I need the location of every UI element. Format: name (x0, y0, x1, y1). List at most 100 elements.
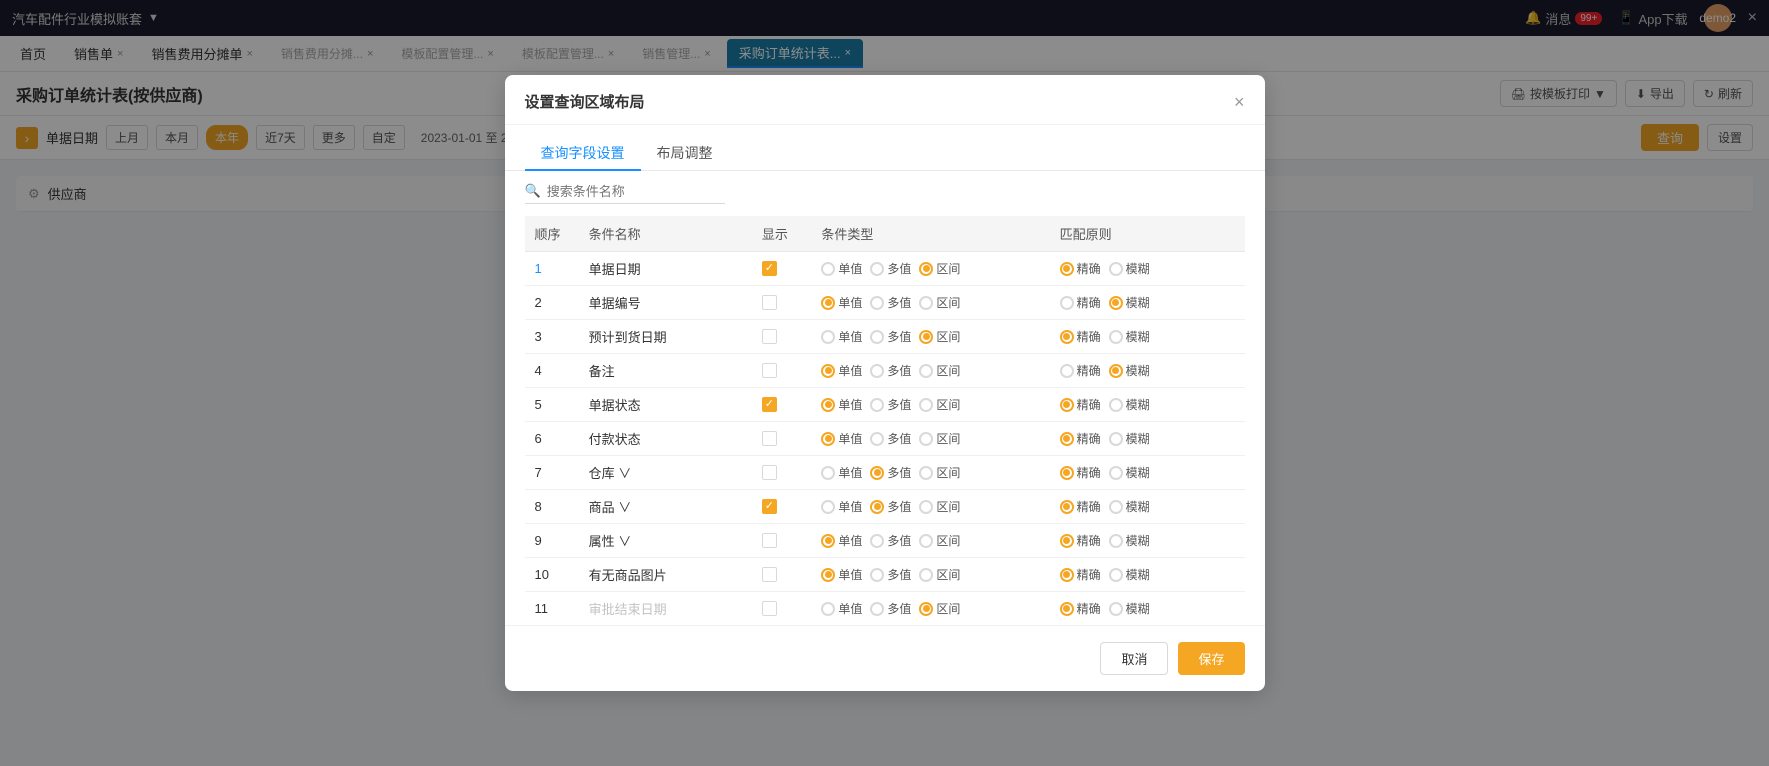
type-radio-多值[interactable]: 多值 (870, 260, 911, 277)
modal-footer: 取消 保存 (505, 625, 1265, 691)
type-radio-区间[interactable]: 区间 (919, 396, 960, 413)
rule-radio-精确[interactable]: 精确 (1060, 294, 1101, 311)
rule-radio-模糊[interactable]: 模糊 (1109, 362, 1150, 379)
type-radio-多值[interactable]: 多值 (870, 328, 911, 345)
type-radio-多值[interactable]: 多值 (870, 294, 911, 311)
type-radio-多值[interactable]: 多值 (870, 464, 911, 481)
type-radio-单值[interactable]: 单值 (821, 464, 862, 481)
type-radio-多值[interactable]: 多值 (870, 362, 911, 379)
row-display[interactable] (752, 592, 812, 626)
rule-radio-精确[interactable]: 精确 (1060, 464, 1101, 481)
type-radio-区间[interactable]: 区间 (919, 498, 960, 515)
type-radio-多值[interactable]: 多值 (870, 498, 911, 515)
display-checkbox[interactable] (762, 533, 777, 548)
type-radio-单值[interactable]: 单值 (821, 532, 862, 549)
type-radio-多值[interactable]: 多值 (870, 430, 911, 447)
rule-radio-精确[interactable]: 精确 (1060, 260, 1101, 277)
rule-radio-精确[interactable]: 精确 (1060, 498, 1101, 515)
rule-radio-模糊[interactable]: 模糊 (1109, 532, 1150, 549)
radio-circle (870, 602, 884, 616)
radio-circle (870, 330, 884, 344)
type-radio-区间[interactable]: 区间 (919, 362, 960, 379)
rule-radio-精确[interactable]: 精确 (1060, 396, 1101, 413)
type-radio-单值[interactable]: 单值 (821, 498, 862, 515)
radio-circle (821, 432, 835, 446)
row-order: 11 (525, 592, 579, 626)
rule-radio-模糊[interactable]: 模糊 (1109, 430, 1150, 447)
row-display[interactable] (752, 422, 812, 456)
row-display[interactable] (752, 524, 812, 558)
display-checkbox[interactable] (762, 261, 777, 276)
modal-tab-query-fields[interactable]: 查询字段设置 (525, 137, 641, 171)
row-rule: 精确模糊 (1050, 422, 1245, 456)
rule-radio-精确[interactable]: 精确 (1060, 328, 1101, 345)
row-display[interactable] (752, 252, 812, 286)
rule-radio-模糊[interactable]: 模糊 (1109, 464, 1150, 481)
radio-circle (919, 602, 933, 616)
row-rule: 精确模糊 (1050, 252, 1245, 286)
rule-radio-精确[interactable]: 精确 (1060, 532, 1101, 549)
row-order: 10 (525, 558, 579, 592)
display-checkbox[interactable] (762, 601, 777, 616)
row-display[interactable] (752, 388, 812, 422)
type-radio-单值[interactable]: 单值 (821, 566, 862, 583)
row-display[interactable] (752, 354, 812, 388)
display-checkbox[interactable] (762, 567, 777, 582)
display-checkbox[interactable] (762, 295, 777, 310)
search-input[interactable] (547, 184, 707, 199)
type-radio-区间[interactable]: 区间 (919, 464, 960, 481)
row-display[interactable] (752, 490, 812, 524)
rule-radio-模糊[interactable]: 模糊 (1109, 498, 1150, 515)
type-radio-单值[interactable]: 单值 (821, 260, 862, 277)
rule-radio-模糊[interactable]: 模糊 (1109, 396, 1150, 413)
modal-close-button[interactable]: × (1234, 93, 1245, 111)
display-checkbox[interactable] (762, 363, 777, 378)
rule-radio-精确[interactable]: 精确 (1060, 600, 1101, 617)
modal-tab-layout[interactable]: 布局调整 (641, 137, 729, 171)
type-radio-区间[interactable]: 区间 (919, 294, 960, 311)
type-radio-多值[interactable]: 多值 (870, 532, 911, 549)
cancel-button[interactable]: 取消 (1100, 642, 1168, 675)
display-checkbox[interactable] (762, 499, 777, 514)
rule-radio-模糊[interactable]: 模糊 (1109, 260, 1150, 277)
type-radio-区间[interactable]: 区间 (919, 532, 960, 549)
radio-circle (919, 330, 933, 344)
display-checkbox[interactable] (762, 397, 777, 412)
type-radio-区间[interactable]: 区间 (919, 430, 960, 447)
type-radio-单值[interactable]: 单值 (821, 294, 862, 311)
save-button[interactable]: 保存 (1178, 642, 1244, 675)
radio-circle (1060, 534, 1074, 548)
rule-radio-模糊[interactable]: 模糊 (1109, 294, 1150, 311)
display-checkbox[interactable] (762, 465, 777, 480)
row-rule: 精确模糊 (1050, 558, 1245, 592)
type-radio-区间[interactable]: 区间 (919, 260, 960, 277)
type-radio-区间[interactable]: 区间 (919, 600, 960, 617)
type-radio-多值[interactable]: 多值 (870, 566, 911, 583)
row-type: 单值多值区间 (811, 456, 1049, 490)
type-radio-区间[interactable]: 区间 (919, 566, 960, 583)
modal-table-head: 顺序 条件名称 显示 条件类型 匹配原则 (525, 216, 1245, 252)
rule-radio-精确[interactable]: 精确 (1060, 566, 1101, 583)
type-radio-多值[interactable]: 多值 (870, 600, 911, 617)
row-display[interactable] (752, 558, 812, 592)
row-name: 付款状态 (579, 422, 752, 456)
rule-radio-模糊[interactable]: 模糊 (1109, 600, 1150, 617)
type-radio-区间[interactable]: 区间 (919, 328, 960, 345)
rule-radio-精确[interactable]: 精确 (1060, 430, 1101, 447)
type-radio-单值[interactable]: 单值 (821, 362, 862, 379)
type-radio-单值[interactable]: 单值 (821, 600, 862, 617)
rule-radio-精确[interactable]: 精确 (1060, 362, 1101, 379)
radio-circle (1109, 262, 1123, 276)
display-checkbox[interactable] (762, 431, 777, 446)
rule-radio-模糊[interactable]: 模糊 (1109, 566, 1150, 583)
type-radio-单值[interactable]: 单值 (821, 396, 862, 413)
type-radio-单值[interactable]: 单值 (821, 430, 862, 447)
display-checkbox[interactable] (762, 329, 777, 344)
order-num: 1 (535, 261, 542, 276)
type-radio-多值[interactable]: 多值 (870, 396, 911, 413)
row-display[interactable] (752, 286, 812, 320)
row-display[interactable] (752, 320, 812, 354)
rule-radio-模糊[interactable]: 模糊 (1109, 328, 1150, 345)
row-display[interactable] (752, 456, 812, 490)
type-radio-单值[interactable]: 单值 (821, 328, 862, 345)
